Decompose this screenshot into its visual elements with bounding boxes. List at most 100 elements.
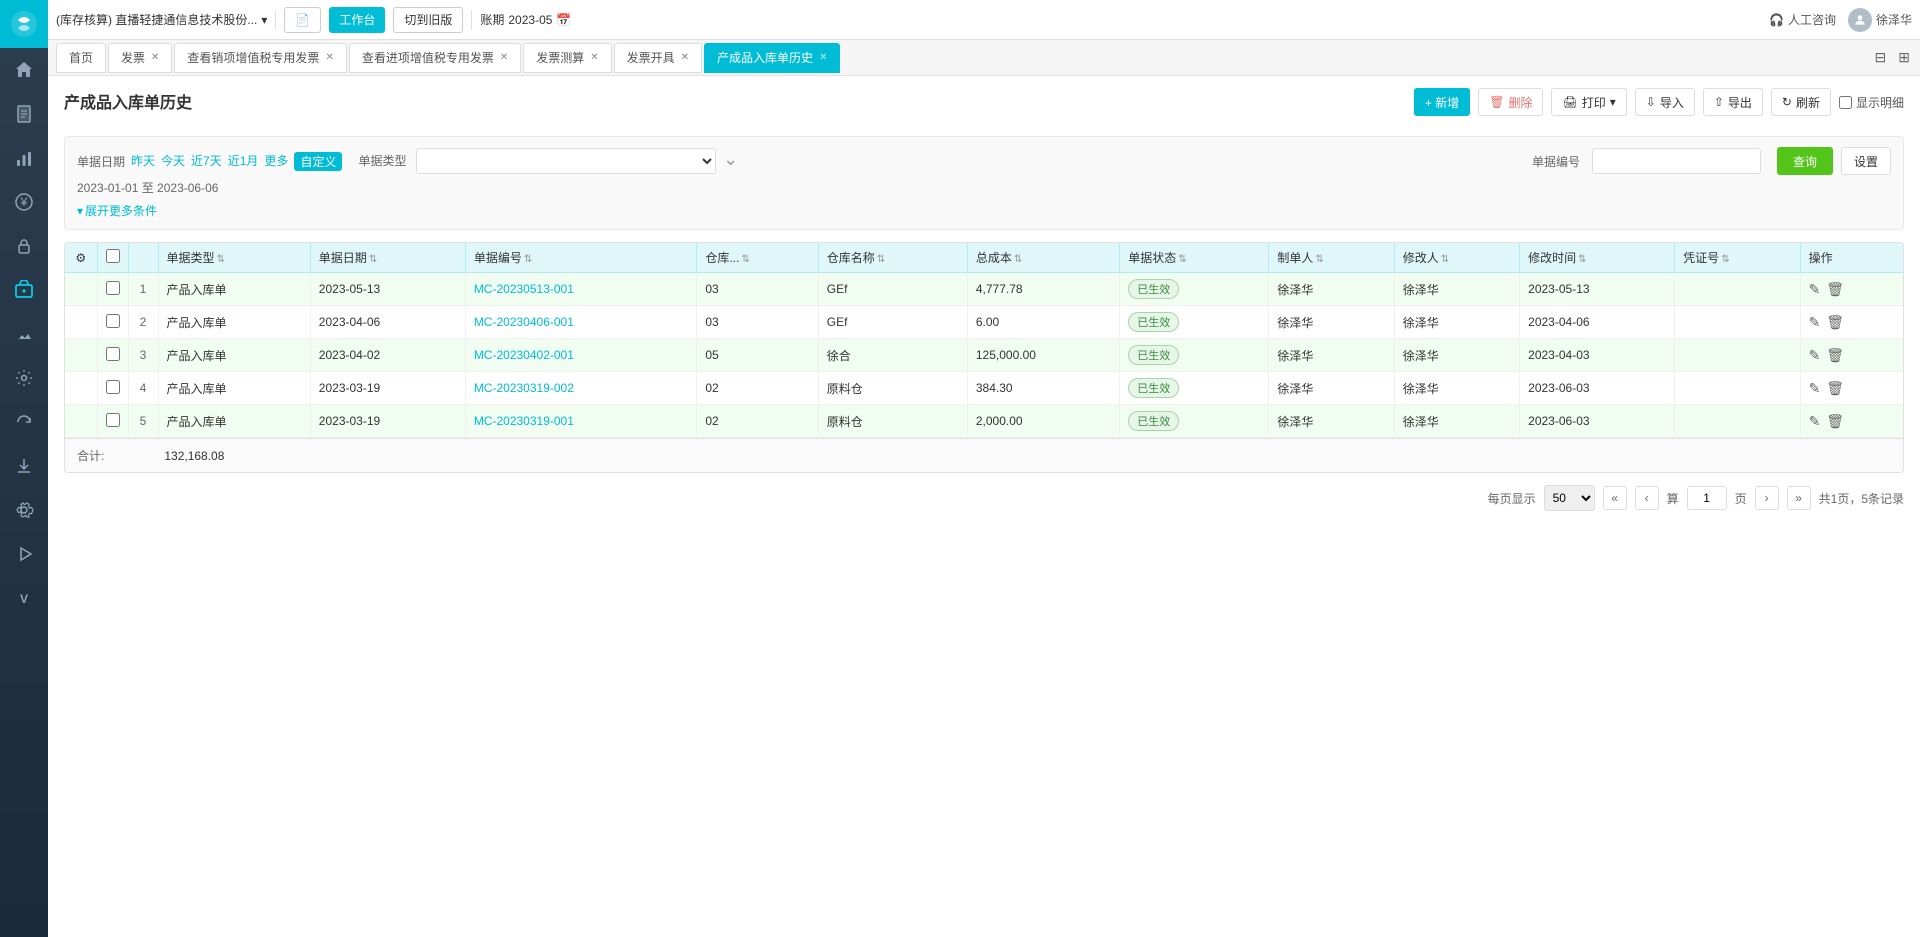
- per-page-select[interactable]: 50 100: [1544, 485, 1595, 511]
- th-voucher[interactable]: 凭证号⇅: [1675, 243, 1800, 273]
- th-modifier[interactable]: 修改人⇅: [1394, 243, 1519, 273]
- tab-invoice-open-close[interactable]: ✕: [681, 52, 689, 63]
- sidebar-item-report[interactable]: [0, 312, 48, 356]
- gear-icon[interactable]: ⚙: [75, 251, 86, 265]
- sidebar-item-play[interactable]: [0, 532, 48, 576]
- row-number-anchor[interactable]: MC-20230513-001: [474, 282, 574, 296]
- last-page-button[interactable]: »: [1787, 486, 1811, 510]
- row-checkbox[interactable]: [106, 347, 120, 361]
- tab-product-history-close[interactable]: ✕: [819, 52, 827, 63]
- sidebar-item-download[interactable]: [0, 444, 48, 488]
- row-number-link[interactable]: MC-20230319-001: [465, 405, 697, 438]
- row-number-anchor[interactable]: MC-20230319-002: [474, 381, 574, 395]
- import-button[interactable]: ⇩ 导入: [1635, 88, 1695, 116]
- prev-page-button[interactable]: ‹: [1635, 486, 1659, 510]
- tab-check-input-close[interactable]: ✕: [500, 52, 508, 63]
- setting-button[interactable]: 设置: [1841, 147, 1891, 175]
- filter-today[interactable]: 今天: [161, 152, 185, 171]
- sidebar-item-settings2[interactable]: [0, 356, 48, 400]
- sidebar-item-v[interactable]: V: [0, 576, 48, 620]
- row-checkbox-cell[interactable]: [97, 405, 128, 438]
- next-page-button[interactable]: ›: [1755, 486, 1779, 510]
- sidebar-item-money[interactable]: ¥: [0, 180, 48, 224]
- row-number-anchor[interactable]: MC-20230402-001: [474, 348, 574, 362]
- row-checkbox[interactable]: [106, 314, 120, 328]
- tab-invoice-close[interactable]: ✕: [151, 52, 159, 63]
- tab-check-output-close[interactable]: ✕: [325, 52, 333, 63]
- th-warehouse-name[interactable]: 仓库名称⇅: [818, 243, 967, 273]
- row-delete-icon[interactable]: 🗑: [1826, 413, 1844, 430]
- tab-maximize-button[interactable]: ⊞: [1896, 47, 1912, 68]
- filter-yesterday[interactable]: 昨天: [131, 152, 155, 171]
- sidebar-item-lock[interactable]: [0, 224, 48, 268]
- app-logo[interactable]: [0, 0, 48, 48]
- period-calendar-icon[interactable]: 📅: [556, 13, 571, 27]
- row-delete-icon[interactable]: 🗑: [1826, 314, 1844, 331]
- tab-check-input[interactable]: 查看进项增值税专用发票 ✕: [349, 43, 521, 73]
- filter-7days[interactable]: 近7天: [191, 152, 222, 171]
- expand-more-button[interactable]: ▾ 展开更多条件: [77, 202, 1891, 219]
- export-button[interactable]: ⇧ 导出: [1703, 88, 1763, 116]
- row-checkbox[interactable]: [106, 380, 120, 394]
- tab-invoice-open[interactable]: 发票开具 ✕: [614, 43, 702, 73]
- sidebar-item-home[interactable]: [0, 48, 48, 92]
- print-button[interactable]: 🖨 打印 ▾: [1551, 88, 1626, 116]
- tab-invoice-calc-close[interactable]: ✕: [590, 52, 598, 63]
- sidebar-item-document[interactable]: [0, 92, 48, 136]
- workbench-button[interactable]: 工作台: [329, 7, 385, 33]
- row-checkbox-cell[interactable]: [97, 306, 128, 339]
- th-number[interactable]: 单据编号⇅: [465, 243, 697, 273]
- filter-custom[interactable]: 自定义: [294, 152, 342, 171]
- company-selector[interactable]: (库存核算) 直播轻捷通信息技术股份... ▾: [56, 11, 267, 28]
- th-creator[interactable]: 制单人⇅: [1269, 243, 1394, 273]
- th-date[interactable]: 单据日期⇅: [310, 243, 465, 273]
- switch-version-button[interactable]: 切到旧版: [393, 7, 463, 33]
- th-total-cost[interactable]: 总成本⇅: [967, 243, 1119, 273]
- row-checkbox-cell[interactable]: [97, 372, 128, 405]
- row-number-anchor[interactable]: MC-20230406-001: [474, 315, 574, 329]
- delete-button[interactable]: 🗑 删除: [1478, 88, 1543, 116]
- sidebar-item-chart[interactable]: [0, 136, 48, 180]
- filter-1month[interactable]: 近1月: [228, 152, 259, 171]
- th-status[interactable]: 单据状态⇅: [1120, 243, 1269, 273]
- row-delete-icon[interactable]: 🗑: [1826, 281, 1844, 298]
- display-detail-input[interactable]: [1839, 96, 1852, 109]
- row-edit-icon[interactable]: ✎: [1809, 314, 1821, 331]
- row-number-link[interactable]: MC-20230406-001: [465, 306, 697, 339]
- row-number-anchor[interactable]: MC-20230319-001: [474, 414, 574, 428]
- row-number-link[interactable]: MC-20230513-001: [465, 273, 697, 306]
- first-page-button[interactable]: «: [1603, 486, 1627, 510]
- row-edit-icon[interactable]: ✎: [1809, 281, 1821, 298]
- row-number-link[interactable]: MC-20230319-002: [465, 372, 697, 405]
- row-edit-icon[interactable]: ✎: [1809, 413, 1821, 430]
- sidebar-item-refresh2[interactable]: [0, 400, 48, 444]
- row-checkbox-cell[interactable]: [97, 273, 128, 306]
- row-checkbox[interactable]: [106, 413, 120, 427]
- row-checkbox-cell[interactable]: [97, 339, 128, 372]
- filter-more[interactable]: 更多: [264, 152, 288, 171]
- row-edit-icon[interactable]: ✎: [1809, 380, 1821, 397]
- sidebar-item-gear[interactable]: [0, 488, 48, 532]
- new-button[interactable]: + 新增: [1414, 88, 1470, 116]
- th-warehouse-code[interactable]: 仓库...⇅: [697, 243, 818, 273]
- row-edit-icon[interactable]: ✎: [1809, 347, 1821, 364]
- filter-number-input[interactable]: [1592, 148, 1761, 174]
- select-all-checkbox[interactable]: [106, 249, 120, 263]
- user-profile[interactable]: 徐泽华: [1848, 8, 1912, 32]
- query-button[interactable]: 查询: [1777, 147, 1833, 175]
- refresh-button[interactable]: ↻ 刷新: [1771, 88, 1831, 116]
- row-delete-icon[interactable]: 🗑: [1826, 380, 1844, 397]
- tab-minimize-button[interactable]: ⊟: [1873, 47, 1889, 68]
- filter-type-clear-icon[interactable]: ⌄: [723, 149, 738, 169]
- help-button[interactable]: 🎧 人工咨询: [1769, 11, 1836, 28]
- th-modify-time[interactable]: 修改时间⇅: [1520, 243, 1675, 273]
- sidebar-item-inventory[interactable]: [0, 268, 48, 312]
- display-detail-checkbox[interactable]: 显示明细: [1839, 94, 1904, 111]
- row-checkbox[interactable]: [106, 281, 120, 295]
- topbar-doc-btn[interactable]: 📄: [284, 7, 321, 33]
- th-settings[interactable]: ⚙: [65, 243, 97, 273]
- current-page-input[interactable]: [1687, 486, 1727, 510]
- filter-type-select[interactable]: [416, 148, 716, 174]
- tab-invoice[interactable]: 发票 ✕: [108, 43, 172, 73]
- th-type[interactable]: 单据类型⇅: [158, 243, 310, 273]
